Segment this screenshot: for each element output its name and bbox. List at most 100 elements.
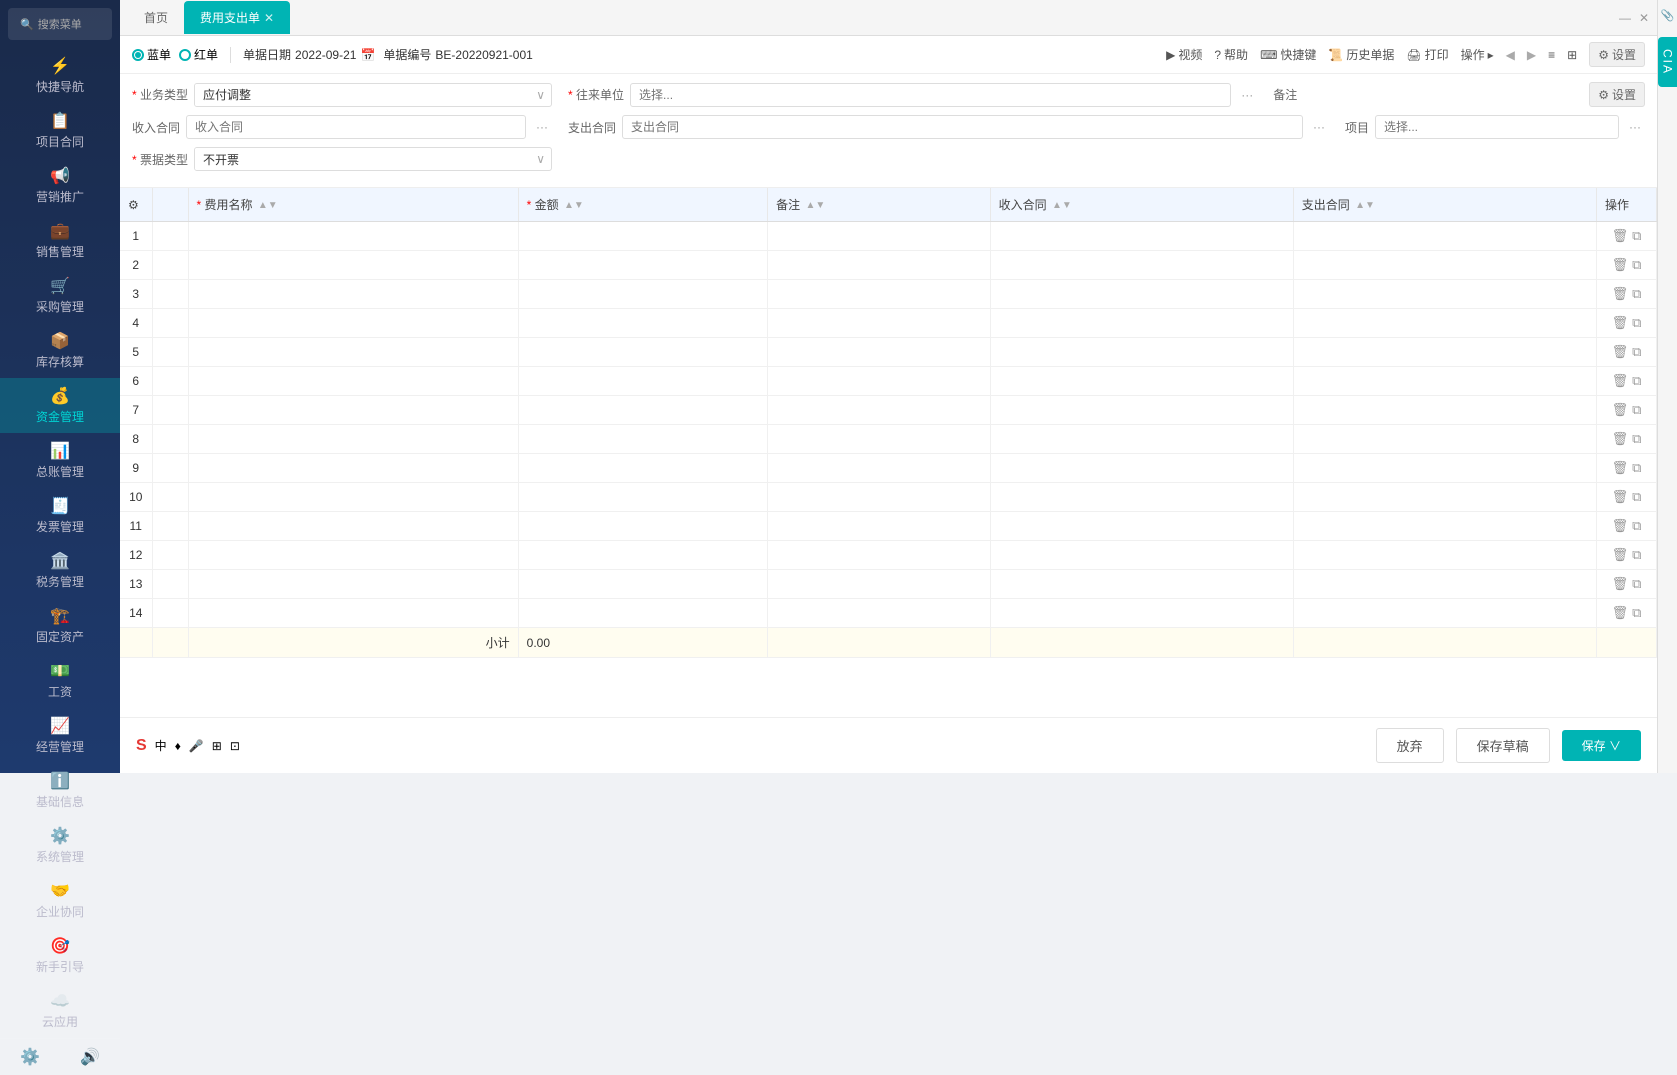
row-expense-contract[interactable] xyxy=(1293,251,1596,280)
sidebar-item-marketing[interactable]: 📢 营销推广 xyxy=(0,158,120,213)
nav-prev-icon[interactable]: ◀ xyxy=(1506,48,1515,62)
copy-row-icon[interactable]: ⧉ xyxy=(1632,373,1641,389)
video-action[interactable]: ▶ 视频 xyxy=(1166,46,1202,63)
sort-expense-contract-icon[interactable]: ▲▼ xyxy=(1355,201,1375,211)
sidebar-item-tax[interactable]: 🏛️ 税务管理 xyxy=(0,543,120,598)
row-income-contract[interactable] xyxy=(990,222,1293,251)
delete-row-icon[interactable]: 🗑 xyxy=(1612,344,1629,360)
sidebar-item-accounting[interactable]: 📊 总账管理 xyxy=(0,433,120,488)
delete-row-icon[interactable]: 🗑 xyxy=(1612,257,1629,273)
partner-input[interactable] xyxy=(630,83,1231,107)
view-list-icon[interactable]: ≡ xyxy=(1548,48,1555,62)
row-expense-name[interactable] xyxy=(188,512,518,541)
delete-row-icon[interactable]: 🗑 xyxy=(1612,431,1629,447)
delete-row-icon[interactable]: 🗑 xyxy=(1612,605,1629,621)
row-amount[interactable] xyxy=(518,309,767,338)
row-remark[interactable] xyxy=(768,483,990,512)
row-expense-name[interactable] xyxy=(188,338,518,367)
row-remark[interactable] xyxy=(768,280,990,309)
attachment-tab[interactable]: 📎 xyxy=(1661,8,1674,21)
footer-diamond-icon[interactable]: ♦ xyxy=(175,739,181,753)
invoice-type-input[interactable]: ∨ xyxy=(194,147,552,171)
row-expense-contract[interactable] xyxy=(1293,512,1596,541)
row-amount[interactable] xyxy=(518,541,767,570)
settings-bottom-icon[interactable]: ⚙️ xyxy=(20,1047,40,1067)
row-expense-name[interactable] xyxy=(188,367,518,396)
sidebar-item-inventory[interactable]: 📦 库存核算 xyxy=(0,323,120,378)
row-remark[interactable] xyxy=(768,309,990,338)
right-settings-button[interactable]: ⚙ 设置 xyxy=(1589,82,1645,107)
sidebar-item-purchase[interactable]: 🛒 采购管理 xyxy=(0,268,120,323)
row-expense-name[interactable] xyxy=(188,280,518,309)
row-income-contract[interactable] xyxy=(990,483,1293,512)
sort-remark-icon[interactable]: ▲▼ xyxy=(805,201,825,211)
row-expense-name[interactable] xyxy=(188,541,518,570)
row-remark[interactable] xyxy=(768,512,990,541)
delete-row-icon[interactable]: 🗑 xyxy=(1612,460,1629,476)
row-amount[interactable] xyxy=(518,570,767,599)
shortcut-action[interactable]: ⌨ 快捷键 xyxy=(1260,46,1316,63)
th-remark[interactable]: 备注 ▲▼ xyxy=(768,188,990,222)
cia-button[interactable]: CIA xyxy=(1658,37,1677,87)
th-income-contract[interactable]: 收入合同 ▲▼ xyxy=(990,188,1293,222)
tab-home[interactable]: 首页 xyxy=(128,1,184,34)
row-remark[interactable] xyxy=(768,599,990,628)
row-remark[interactable] xyxy=(768,570,990,599)
footer-chinese-icon[interactable]: 中 xyxy=(155,737,167,754)
row-expense-name[interactable] xyxy=(188,396,518,425)
row-income-contract[interactable] xyxy=(990,251,1293,280)
sidebar-item-sales[interactable]: 💼 销售管理 xyxy=(0,213,120,268)
row-amount[interactable] xyxy=(518,396,767,425)
business-type-input[interactable]: ∨ xyxy=(194,83,552,107)
row-expense-contract[interactable] xyxy=(1293,541,1596,570)
row-amount[interactable] xyxy=(518,512,767,541)
row-expense-contract[interactable] xyxy=(1293,483,1596,512)
view-grid-icon[interactable]: ⊞ xyxy=(1567,48,1577,62)
income-contract-input[interactable] xyxy=(186,115,526,139)
copy-row-icon[interactable]: ⧉ xyxy=(1632,257,1641,273)
delete-row-icon[interactable]: 🗑 xyxy=(1612,373,1629,389)
row-income-contract[interactable] xyxy=(990,512,1293,541)
invoice-type-value[interactable] xyxy=(195,148,530,170)
row-expense-contract[interactable] xyxy=(1293,309,1596,338)
row-remark[interactable] xyxy=(768,338,990,367)
delete-row-icon[interactable]: 🗑 xyxy=(1612,315,1629,331)
calendar-icon[interactable]: 📅 xyxy=(360,48,375,62)
row-expense-contract[interactable] xyxy=(1293,367,1596,396)
project-input[interactable] xyxy=(1375,115,1619,139)
row-income-contract[interactable] xyxy=(990,570,1293,599)
sort-amount-icon[interactable]: ▲▼ xyxy=(564,201,584,211)
close-icon[interactable]: ✕ xyxy=(1639,11,1649,25)
th-settings[interactable]: ⚙ xyxy=(120,188,152,222)
row-remark[interactable] xyxy=(768,454,990,483)
row-expense-contract[interactable] xyxy=(1293,338,1596,367)
row-income-contract[interactable] xyxy=(990,541,1293,570)
copy-row-icon[interactable]: ⧉ xyxy=(1632,286,1641,302)
row-income-contract[interactable] xyxy=(990,309,1293,338)
delete-row-icon[interactable]: 🗑 xyxy=(1612,489,1629,505)
audio-icon[interactable]: 🔊 xyxy=(80,1047,100,1067)
save-draft-button[interactable]: 保存草稿 xyxy=(1456,728,1550,763)
footer-mic-icon[interactable]: 🎤 xyxy=(189,739,204,753)
row-amount[interactable] xyxy=(518,425,767,454)
sidebar-item-fund[interactable]: 💰 资金管理 xyxy=(0,378,120,433)
sidebar-item-operations[interactable]: 📈 经营管理 xyxy=(0,708,120,763)
row-expense-name[interactable] xyxy=(188,454,518,483)
delete-row-icon[interactable]: 🗑 xyxy=(1612,576,1629,592)
expense-contract-input[interactable] xyxy=(622,115,1303,139)
sidebar-item-guide[interactable]: 🎯 新手引导 xyxy=(0,928,120,983)
row-remark[interactable] xyxy=(768,541,990,570)
sidebar-item-project-contract[interactable]: 📋 项目合同 xyxy=(0,103,120,158)
row-expense-name[interactable] xyxy=(188,599,518,628)
row-expense-contract[interactable] xyxy=(1293,599,1596,628)
copy-row-icon[interactable]: ⧉ xyxy=(1632,518,1641,534)
discard-button[interactable]: 放弃 xyxy=(1376,728,1444,763)
sidebar-item-fixed-assets[interactable]: 🏗️ 固定资产 xyxy=(0,598,120,653)
expense-contract-more-icon[interactable]: ··· xyxy=(1309,120,1329,134)
copy-row-icon[interactable]: ⧉ xyxy=(1632,460,1641,476)
sidebar-item-payroll[interactable]: 💵 工资 xyxy=(0,653,120,708)
tab-close-icon[interactable]: ✕ xyxy=(264,11,274,25)
row-remark[interactable] xyxy=(768,251,990,280)
settings-button[interactable]: ⚙ 设置 xyxy=(1589,42,1645,67)
history-action[interactable]: 📜 历史单据 xyxy=(1328,46,1394,63)
